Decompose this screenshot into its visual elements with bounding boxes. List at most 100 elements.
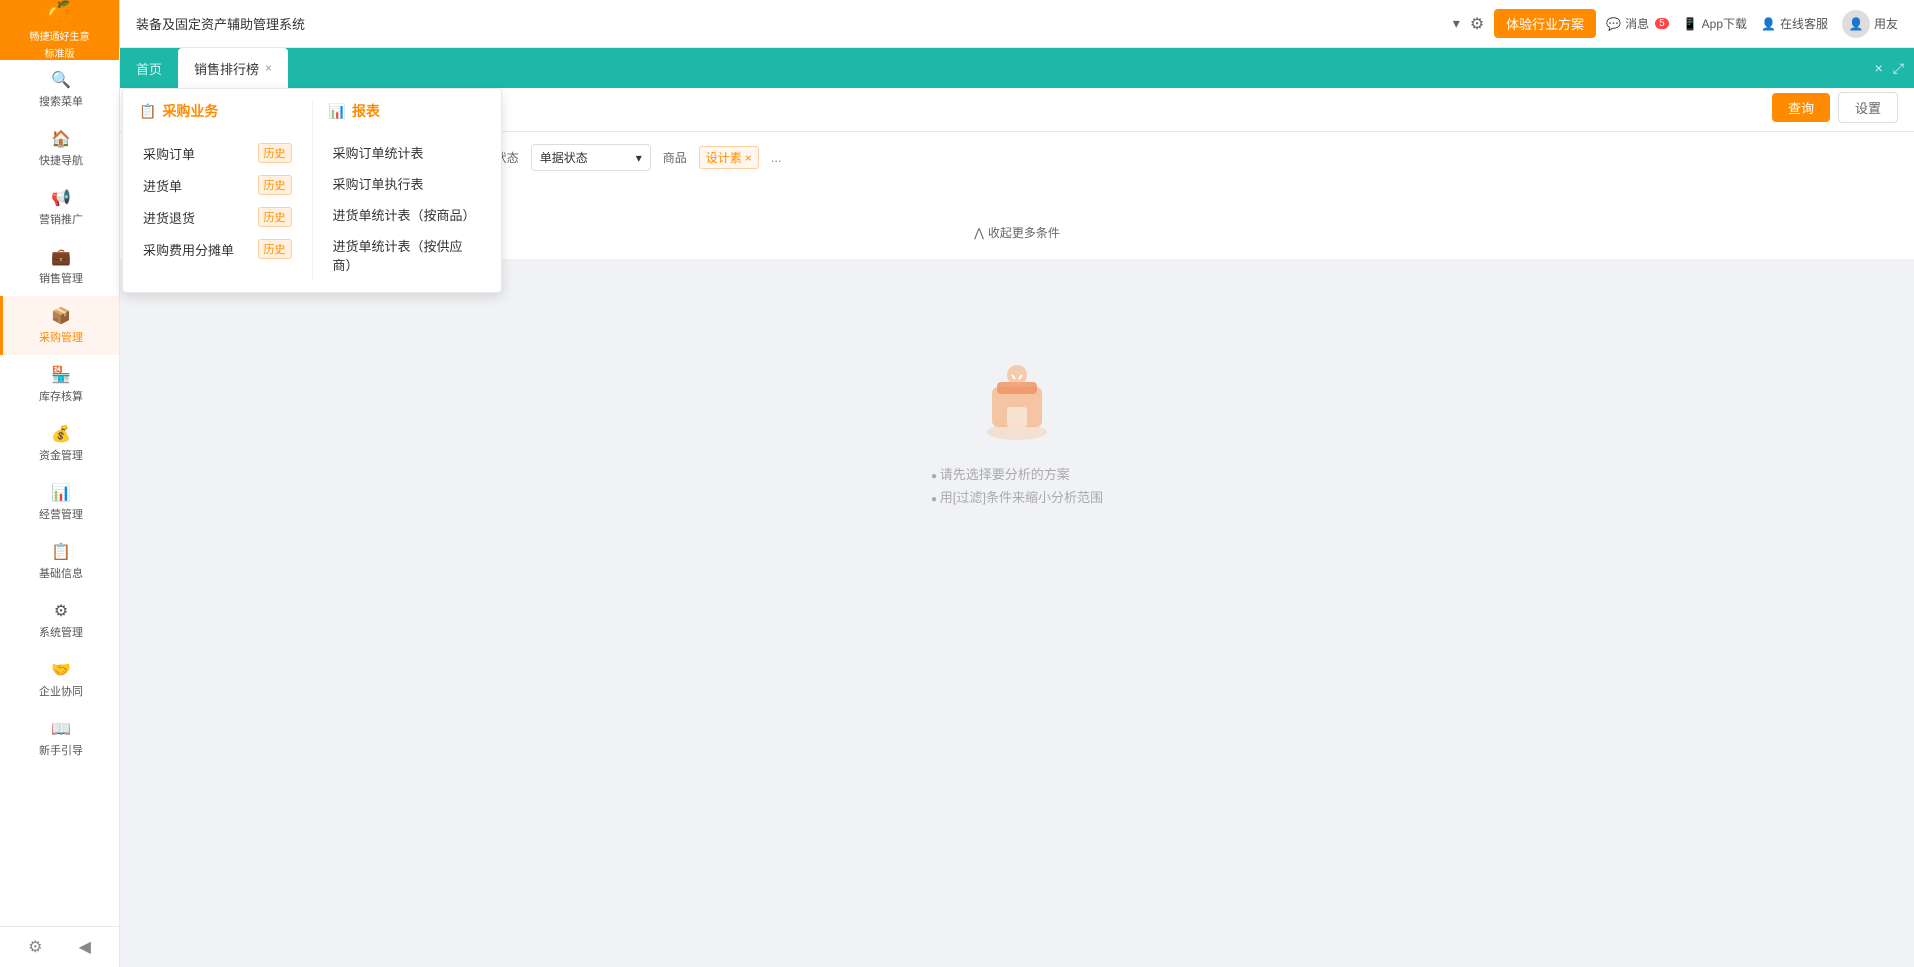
dropdown-section-report-title: 📊 报表 [329, 101, 486, 127]
status-value: 单据状态 [540, 149, 588, 166]
procurement-item-label-3: 采购费用分摊单 [143, 240, 234, 259]
user-btn[interactable]: 👤 用友 [1842, 10, 1898, 38]
dropdown-procurement-menu: 📋 采购业务 采购订单 历史进货单 历史进货退货 历史采购费用分摊单 历史 📊 … [122, 88, 502, 293]
procurement-item-3[interactable]: 采购费用分摊单 历史 [139, 233, 296, 265]
tab-sales-rank[interactable]: 销售排行榜 × [178, 48, 288, 88]
service-icon: 👤 [1761, 17, 1776, 31]
sidebar-item-6[interactable]: 💰 资金管理 [0, 414, 119, 473]
logo-text: 畅捷通好生意 [30, 28, 90, 43]
tab-sales-rank-label: 销售排行榜 [194, 59, 259, 78]
nav-icon-8: 📋 [51, 542, 71, 562]
history-badge-2: 历史 [258, 207, 292, 227]
tab-close-icon[interactable]: × [265, 61, 272, 75]
collapse-btn[interactable]: ⋀ 收起更多条件 [974, 218, 1060, 247]
report-section-icon: 📊 [329, 103, 346, 120]
nav-icon-6: 💰 [51, 424, 71, 444]
nav-icon-11: 📖 [51, 719, 71, 739]
empty-tip-1: 请先选择要分析的方案 [931, 463, 1103, 486]
app-download-label: App下载 [1702, 15, 1747, 32]
nav-label-2: 营销推广 [39, 211, 83, 227]
procurement-item-label-0: 采购订单 [143, 144, 195, 163]
empty-illustration [967, 347, 1067, 447]
status-dropdown-icon: ▾ [636, 151, 642, 165]
nav-icon-0: 🔍 [51, 70, 71, 90]
nav-label-5: 库存核算 [39, 388, 83, 404]
dropdown-section-business-title: 📋 采购业务 [139, 101, 296, 127]
nav-icon-2: 📢 [51, 188, 71, 208]
sidebar-item-0[interactable]: 🔍 搜索菜单 [0, 60, 119, 119]
goods-tag-close-icon[interactable]: × [745, 151, 752, 165]
nav-icon-9: ⚙ [54, 601, 68, 621]
sidebar-item-1[interactable]: 🏠 快捷导航 [0, 119, 119, 178]
collapse-label: 收起更多条件 [988, 224, 1060, 241]
procurement-item-0[interactable]: 采购订单 历史 [139, 137, 296, 169]
nav-label-9: 系统管理 [39, 624, 83, 640]
sidebar-item-2[interactable]: 📢 营销推广 [0, 178, 119, 237]
report-item-label-0: 采购订单统计表 [333, 143, 424, 162]
nav-label-7: 经营管理 [39, 506, 83, 522]
report-item-1[interactable]: 采购订单执行表 [329, 168, 486, 199]
tab-actions: × ⤢ [1865, 60, 1914, 77]
report-section-label: 报表 [352, 101, 380, 121]
sidebar-item-3[interactable]: 💼 销售管理 [0, 237, 119, 296]
report-item-label-1: 采购订单执行表 [333, 174, 424, 193]
message-btn[interactable]: 💬 消息 5 [1606, 15, 1669, 32]
report-item-3[interactable]: 进货单统计表（按供应商） [329, 230, 486, 280]
nav-icon-10: 🤝 [51, 660, 71, 680]
history-badge-3: 历史 [258, 239, 292, 259]
empty-tip-2: 用[过滤]条件来缩小分析范围 [931, 486, 1103, 509]
sidebar-nav: 🔍 搜索菜单🏠 快捷导航📢 营销推广💼 销售管理📦 采购管理🏪 库存核算💰 资金… [0, 60, 119, 926]
tab-window-close-icon[interactable]: × [1875, 60, 1883, 76]
sidebar-item-11[interactable]: 📖 新手引导 [0, 709, 119, 768]
topbar-dropdown-icon[interactable]: ▾ [1453, 15, 1460, 32]
nav-label-1: 快捷导航 [39, 152, 83, 168]
goods-tag-label: 设计素 [706, 149, 742, 166]
sidebar-item-7[interactable]: 📊 经营管理 [0, 473, 119, 532]
app-download-btn[interactable]: 📱 App下载 [1683, 15, 1747, 32]
dropdown-section-business: 📋 采购业务 采购订单 历史进货单 历史进货退货 历史采购费用分摊单 历史 [123, 101, 312, 280]
trial-btn[interactable]: 体验行业方案 [1494, 9, 1596, 38]
sidebar: 🍊 畅捷通好生意 标准版 🔍 搜索菜单🏠 快捷导航📢 营销推广💼 销售管理📦 采… [0, 0, 120, 967]
nav-icon-3: 💼 [51, 247, 71, 267]
nav-label-8: 基础信息 [39, 565, 83, 581]
report-item-0[interactable]: 采购订单统计表 [329, 137, 486, 168]
procurement-item-2[interactable]: 进货退货 历史 [139, 201, 296, 233]
sidebar-item-5[interactable]: 🏪 库存核算 [0, 355, 119, 414]
message-icon: 💬 [1606, 17, 1621, 31]
online-service-label: 在线客服 [1780, 15, 1828, 32]
status-select[interactable]: 单据状态 ▾ [531, 144, 651, 171]
nav-label-6: 资金管理 [39, 447, 83, 463]
history-badge-1: 历史 [258, 175, 292, 195]
topbar: 装备及固定资产辅助管理系统 ▾ ⚙ 体验行业方案 💬 消息 5 📱 App下载 … [120, 0, 1914, 48]
tab-home[interactable]: 首页 [120, 48, 178, 88]
message-badge: 5 [1655, 18, 1669, 29]
nav-icon-5: 🏪 [51, 365, 71, 385]
topbar-title: 装备及固定资产辅助管理系统 [136, 14, 1443, 33]
sidebar-item-4[interactable]: 📦 采购管理 [0, 296, 119, 355]
tabbar: 首页 销售排行榜 × × ⤢ [120, 48, 1914, 88]
online-service-btn[interactable]: 👤 在线客服 [1761, 15, 1828, 32]
nav-label-10: 企业协同 [39, 683, 83, 699]
tab-window-max-icon[interactable]: ⤢ [1893, 60, 1904, 77]
nav-label-11: 新手引导 [39, 742, 83, 758]
sidebar-item-9[interactable]: ⚙ 系统管理 [0, 591, 119, 650]
sidebar-item-10[interactable]: 🤝 企业协同 [0, 650, 119, 709]
settings-btn[interactable]: 设置 [1838, 92, 1898, 123]
goods-more-icon[interactable]: ... [771, 150, 782, 165]
procurement-item-1[interactable]: 进货单 历史 [139, 169, 296, 201]
avatar-icon: 👤 [1849, 17, 1864, 31]
sidebar-footer: ⚙ ◀ [0, 926, 119, 967]
sidebar-item-8[interactable]: 📋 基础信息 [0, 532, 119, 591]
query-btn[interactable]: 查询 [1772, 93, 1830, 122]
report-item-2[interactable]: 进货单统计表（按商品） [329, 199, 486, 230]
report-item-label-2: 进货单统计表（按商品） [333, 205, 476, 224]
empty-tips: 请先选择要分析的方案 用[过滤]条件来缩小分析范围 [931, 463, 1103, 510]
phone-icon: 📱 [1683, 17, 1698, 31]
sidebar-settings-icon[interactable]: ⚙ [28, 937, 42, 957]
empty-state: 请先选择要分析的方案 用[过滤]条件来缩小分析范围 [120, 267, 1914, 590]
goods-tag: 设计素 × [699, 146, 759, 169]
business-section-icon: 📋 [139, 103, 156, 120]
sidebar-collapse-icon[interactable]: ◀ [79, 937, 91, 957]
topbar-settings-icon[interactable]: ⚙ [1470, 14, 1484, 34]
logo-badge: 标准版 [45, 45, 75, 60]
